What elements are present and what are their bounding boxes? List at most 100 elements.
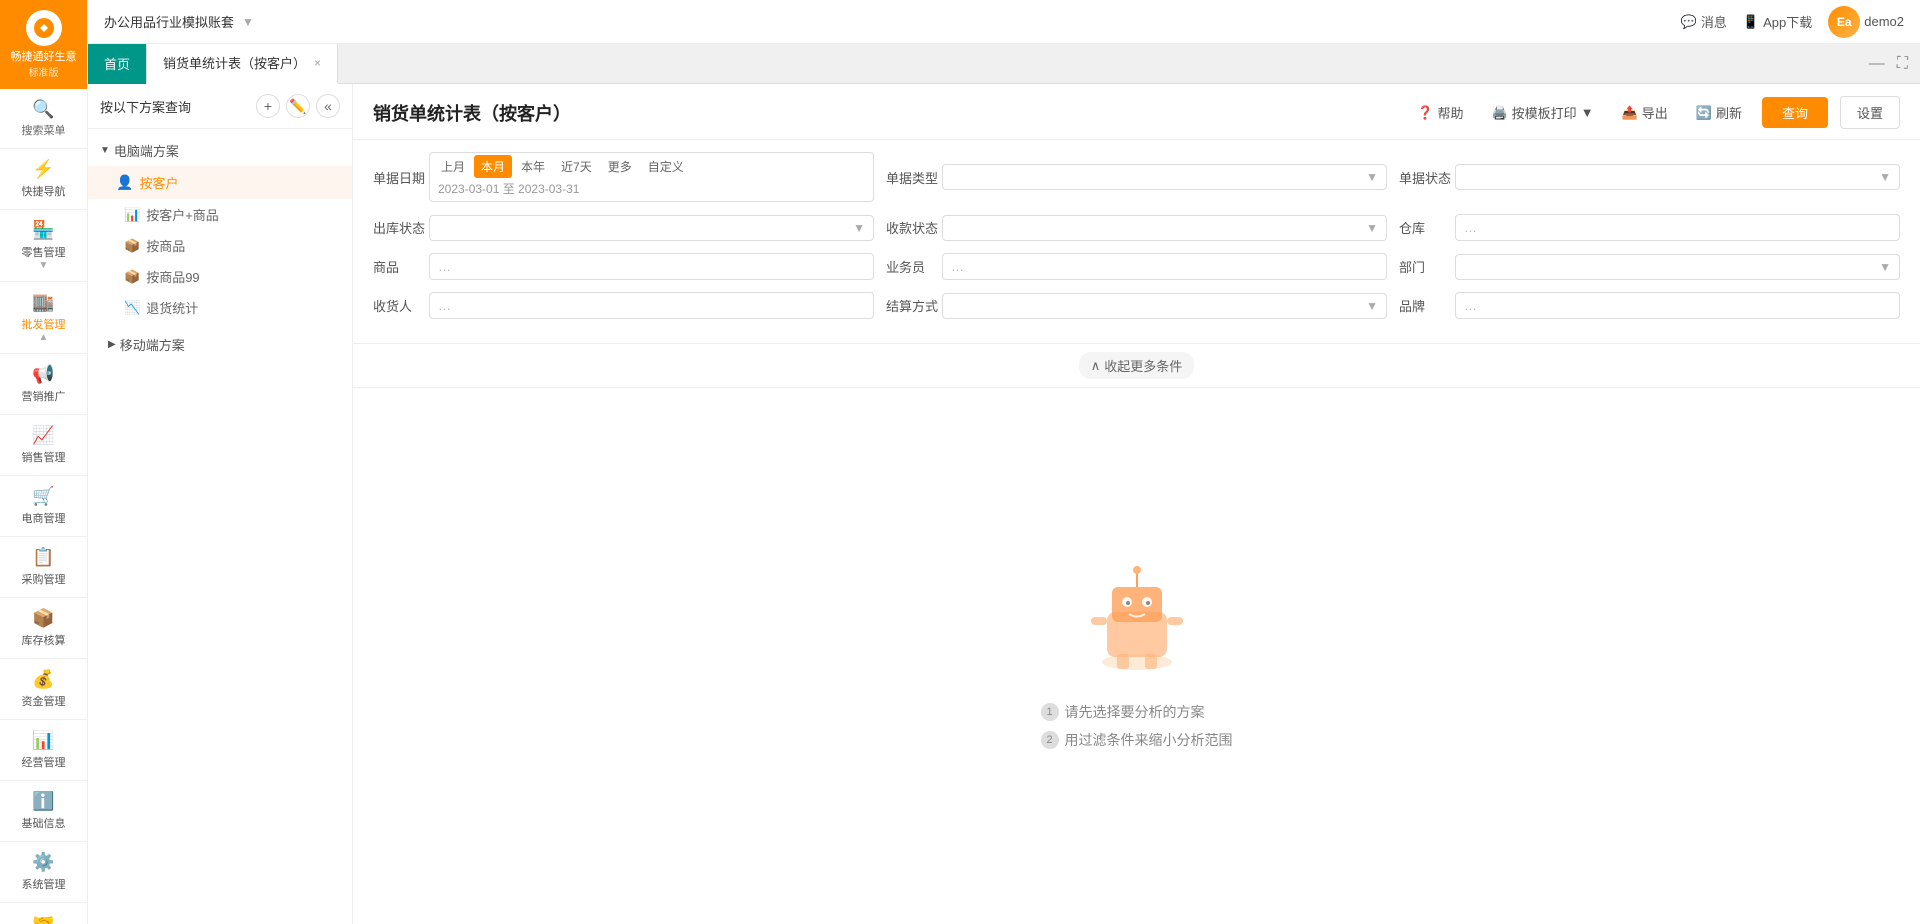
- filter-ship-status: 出库状态 ▼: [373, 214, 874, 241]
- ship-status-control[interactable]: ▼: [429, 215, 874, 241]
- basic-label: 基础信息: [22, 815, 66, 831]
- sidebar-item-inventory[interactable]: 📦 库存核算: [0, 598, 87, 659]
- page-header: 销货单统计表（按客户） ❓ 帮助 🖨️ 按模板打印 ▼ 📤 导出: [353, 84, 1920, 140]
- payment-status-control[interactable]: ▼: [942, 215, 1387, 241]
- warehouse-control[interactable]: …: [1455, 214, 1900, 241]
- doc-type-control[interactable]: ▼: [942, 164, 1387, 190]
- filter-settlement: 结算方式 ▼: [886, 292, 1387, 319]
- sidebar-item-purchase[interactable]: 📋 采购管理: [0, 537, 87, 598]
- tab-maximize-btn[interactable]: ⛶: [1893, 51, 1912, 77]
- operations-label: 经营管理: [22, 754, 66, 770]
- tab-close-btn[interactable]: ×: [314, 56, 321, 70]
- edit-scheme-btn[interactable]: ✏️: [286, 94, 310, 118]
- goods-icon: 📦: [124, 238, 140, 254]
- goods-placeholder: …: [438, 259, 865, 274]
- salesman-control[interactable]: …: [942, 253, 1387, 280]
- messages-btn[interactable]: 💬 消息: [1681, 12, 1727, 31]
- header-dropdown-icon[interactable]: ▼: [242, 15, 254, 29]
- print-label: 按模板打印: [1512, 103, 1577, 122]
- collapse-panel-btn[interactable]: «: [316, 94, 340, 118]
- tab-sales-stat[interactable]: 销货单统计表（按客户） ×: [147, 44, 338, 84]
- retail-arrow: ▼: [39, 260, 49, 271]
- message-icon: 💬: [1681, 14, 1697, 30]
- sidebar-item-ecommerce[interactable]: 🛒 电商管理: [0, 476, 87, 537]
- sidebar-item-finance[interactable]: 💰 资金管理: [0, 659, 87, 720]
- filter-doc-status: 单据状态 ▼: [1399, 152, 1900, 202]
- doc-type-label: 单据类型: [886, 168, 942, 187]
- goods99-icon: 📦: [124, 269, 140, 285]
- mobile-scheme-group[interactable]: ▶ 移动端方案: [88, 329, 352, 360]
- date-tab-this-month[interactable]: 本月: [474, 155, 512, 178]
- purchase-icon: 📋: [32, 547, 54, 568]
- tab-controls: — ⛶: [1865, 51, 1920, 77]
- desktop-group-header[interactable]: ▼ 电脑端方案: [88, 135, 352, 166]
- settings-button[interactable]: 设置: [1840, 96, 1900, 129]
- sales-icon: 📈: [32, 425, 54, 446]
- avatar: Ea: [1828, 6, 1860, 38]
- wholesale-arrow: ▲: [39, 332, 49, 343]
- header-left: 办公用品行业模拟账套 ▼: [104, 12, 254, 31]
- customer-scheme-label: 按客户: [139, 173, 178, 192]
- date-filter-control[interactable]: 上月 本月 本年 近7天 更多 自定义 2023-03-01 至 2023-03…: [429, 152, 874, 202]
- date-tab-this-year[interactable]: 本年: [514, 155, 552, 178]
- doc-status-control[interactable]: ▼: [1455, 164, 1900, 190]
- scheme-return-stat[interactable]: 📉 退货统计: [88, 292, 352, 323]
- date-tab-last-month[interactable]: 上月: [434, 155, 472, 178]
- system-icon: ⚙️: [32, 852, 54, 873]
- settlement-control[interactable]: ▼: [942, 293, 1387, 319]
- date-tab-7days[interactable]: 近7天: [554, 155, 599, 178]
- export-btn[interactable]: 📤 导出: [1614, 99, 1676, 126]
- receiver-placeholder: …: [438, 298, 865, 313]
- refresh-btn[interactable]: 🔄 刷新: [1688, 99, 1750, 126]
- help-btn[interactable]: ❓ 帮助: [1409, 99, 1471, 126]
- logo-subtext: 标准版: [29, 64, 59, 79]
- app-download-btn[interactable]: 📱 App下载: [1743, 12, 1812, 31]
- goods-control[interactable]: …: [429, 253, 874, 280]
- sidebar-item-wholesale[interactable]: 🏬 批发管理 ▲: [0, 282, 87, 354]
- print-btn[interactable]: 🖨️ 按模板打印 ▼: [1483, 99, 1601, 126]
- filter-salesman: 业务员 …: [886, 253, 1387, 280]
- user-profile[interactable]: Ea demo2: [1828, 6, 1904, 38]
- add-scheme-btn[interactable]: +: [256, 94, 280, 118]
- sidebar-item-retail[interactable]: 🏪 零售管理 ▼: [0, 210, 87, 282]
- nav-icon: ⚡: [32, 159, 54, 180]
- brand-control[interactable]: …: [1455, 292, 1900, 319]
- search-menu-item[interactable]: 🔍 搜索菜单: [0, 89, 87, 149]
- dept-dropdown-icon: ▼: [1879, 260, 1891, 274]
- sidebar-item-basic[interactable]: ℹ️ 基础信息: [0, 781, 87, 842]
- date-tab-custom[interactable]: 自定义: [641, 155, 691, 178]
- main-area: 办公用品行业模拟账套 ▼ 💬 消息 📱 App下载 Ea demo2 首页: [88, 0, 1920, 924]
- collapse-up-icon: ∧: [1091, 358, 1101, 374]
- customer-goods-label: 按客户+商品: [146, 205, 219, 224]
- sidebar-item-marketing[interactable]: 📢 营销推广: [0, 354, 87, 415]
- receiver-control[interactable]: …: [429, 292, 874, 319]
- wholesale-label: 批发管理: [22, 316, 66, 332]
- sidebar-item-nav[interactable]: ⚡ 快捷导航: [0, 149, 87, 210]
- sidebar-item-system[interactable]: ⚙️ 系统管理: [0, 842, 87, 903]
- search-label: 搜索菜单: [22, 122, 66, 138]
- tab-minimize-btn[interactable]: —: [1865, 51, 1889, 77]
- salesman-placeholder: …: [951, 259, 1378, 274]
- scheme-by-goods[interactable]: 📦 按商品: [88, 230, 352, 261]
- sidebar-item-operations[interactable]: 📊 经营管理: [0, 720, 87, 781]
- sidebar-item-sales[interactable]: 📈 销售管理: [0, 415, 87, 476]
- finance-label: 资金管理: [22, 693, 66, 709]
- date-label: 单据日期: [373, 168, 429, 187]
- collapse-button[interactable]: ∧ 收起更多条件: [1079, 352, 1195, 379]
- dept-control[interactable]: ▼: [1455, 254, 1900, 280]
- date-tab-more[interactable]: 更多: [601, 155, 639, 178]
- home-tab-label: 首页: [104, 54, 130, 73]
- query-button[interactable]: 查询: [1762, 97, 1828, 128]
- scheme-by-goods99[interactable]: 📦 按商品99: [88, 261, 352, 292]
- user-name: demo2: [1864, 14, 1904, 29]
- salesman-label: 业务员: [886, 257, 942, 276]
- goods99-label: 按商品99: [146, 267, 199, 286]
- date-range-text: 2023-03-01 至 2023-03-31: [430, 180, 873, 201]
- filter-dept: 部门 ▼: [1399, 253, 1900, 280]
- sidebar-item-enterprise[interactable]: 🤝 企业协同: [0, 903, 87, 924]
- avatar-text: Ea: [1837, 15, 1852, 29]
- scheme-by-customer[interactable]: 👤 按客户: [88, 166, 352, 199]
- scheme-by-customer-goods[interactable]: 📊 按客户+商品: [88, 199, 352, 230]
- filter-date: 单据日期 上月 本月 本年 近7天 更多 自定义 2023-03-01 至 20…: [373, 152, 874, 202]
- tab-home[interactable]: 首页: [88, 44, 147, 84]
